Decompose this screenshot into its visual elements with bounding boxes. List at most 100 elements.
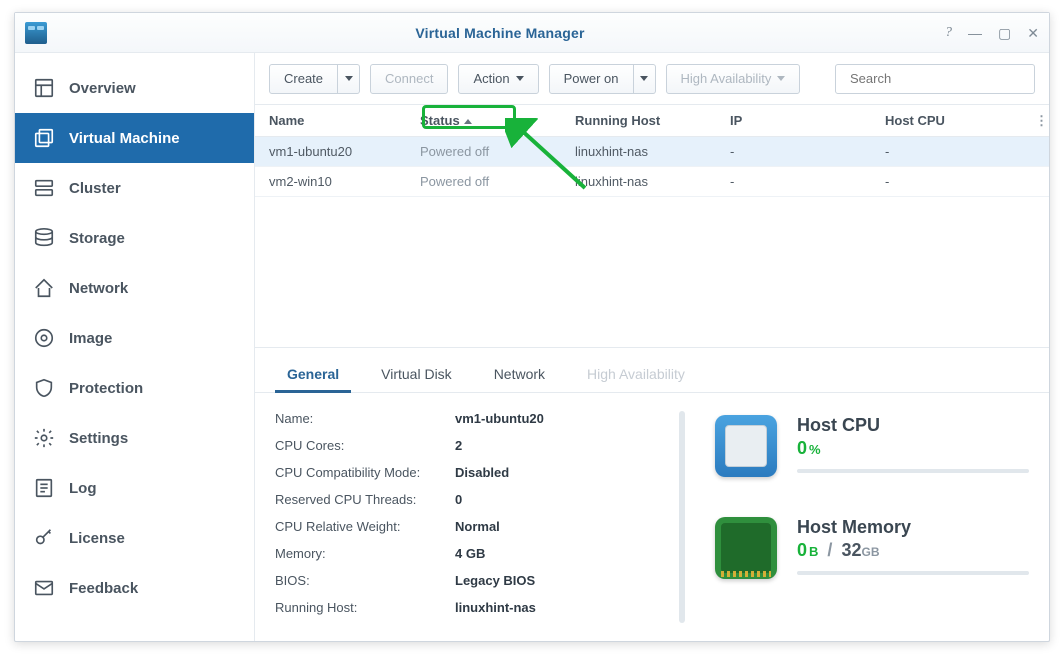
action-button[interactable]: Action	[458, 64, 538, 94]
cell-ip: -	[720, 174, 875, 189]
sidebar-item-label: Virtual Machine	[69, 130, 180, 147]
memory-icon	[715, 517, 777, 579]
sidebar-item-label: License	[69, 530, 125, 547]
col-menu-button[interactable]: ⋮	[1025, 113, 1049, 129]
chevron-down-icon	[777, 76, 785, 81]
table-row[interactable]: vm1-ubuntu20 Powered off linuxhint-nas -…	[255, 137, 1049, 167]
col-running-host[interactable]: Running Host	[565, 113, 720, 128]
tab-high-availability[interactable]: High Availability	[575, 358, 697, 392]
detail-row: Name:vm1-ubuntu20	[275, 411, 651, 426]
power-on-button[interactable]: Power on	[549, 64, 634, 94]
sidebar-item-label: Image	[69, 330, 112, 347]
cell-hcpu: -	[875, 144, 1025, 159]
cell-host: linuxhint-nas	[565, 174, 720, 189]
sidebar-item-overview[interactable]: Overview	[15, 63, 254, 113]
metric-host-memory: Host Memory 0B / 32GB	[715, 517, 1029, 579]
close-button[interactable]: ✕	[1027, 26, 1039, 40]
detail-row: CPU Relative Weight:Normal	[275, 519, 651, 534]
col-status[interactable]: Status	[410, 113, 565, 128]
window-controls: ? — ▢ ✕	[945, 26, 1039, 40]
power-on-dropdown-button[interactable]	[634, 64, 656, 94]
protection-icon	[33, 377, 55, 399]
maximize-button[interactable]: ▢	[998, 26, 1011, 40]
sidebar-item-log[interactable]: Log	[15, 463, 254, 513]
storage-icon	[33, 227, 55, 249]
host-metrics: Host CPU 0% Host Memory	[715, 411, 1029, 623]
create-button[interactable]: Create	[269, 64, 338, 94]
col-host-cpu[interactable]: Host CPU	[875, 113, 1025, 128]
power-on-split-button: Power on	[549, 64, 656, 94]
search-box	[835, 64, 1035, 94]
sidebar-item-protection[interactable]: Protection	[15, 363, 254, 413]
detail-row: CPU Compatibility Mode:Disabled	[275, 465, 651, 480]
app-window: Virtual Machine Manager ? — ▢ ✕ Overview…	[14, 12, 1050, 642]
cluster-icon	[33, 177, 55, 199]
envelope-icon	[33, 577, 55, 599]
sidebar-item-image[interactable]: Image	[15, 313, 254, 363]
detail-row: BIOS:Legacy BIOS	[275, 573, 651, 588]
col-name[interactable]: Name	[255, 113, 410, 128]
log-icon	[33, 477, 55, 499]
sidebar-item-label: Overview	[69, 80, 136, 97]
chevron-down-icon	[345, 76, 353, 81]
tab-general[interactable]: General	[275, 358, 351, 392]
metric-bar	[797, 469, 1029, 473]
help-icon[interactable]: ?	[945, 26, 952, 40]
table-row[interactable]: vm2-win10 Powered off linuxhint-nas - -	[255, 167, 1049, 197]
detail-scrollbar[interactable]	[679, 411, 685, 623]
cell-hcpu: -	[875, 174, 1025, 189]
cell-ip: -	[720, 144, 875, 159]
image-icon	[33, 327, 55, 349]
connect-button[interactable]: Connect	[370, 64, 448, 94]
sidebar-item-virtual-machine[interactable]: Virtual Machine	[15, 113, 254, 163]
virtual-machine-icon	[33, 127, 55, 149]
create-split-button: Create	[269, 64, 360, 94]
col-ip[interactable]: IP	[720, 113, 875, 128]
window-title: Virtual Machine Manager	[55, 25, 945, 41]
search-input[interactable]	[850, 71, 1026, 86]
detail-row: Reserved CPU Threads:0	[275, 492, 651, 507]
network-icon	[33, 277, 55, 299]
metric-value: 0B / 32GB	[797, 540, 1029, 561]
tab-virtual-disk[interactable]: Virtual Disk	[369, 358, 464, 392]
detail-tabs: General Virtual Disk Network High Availa…	[255, 348, 1049, 393]
metric-bar	[797, 571, 1029, 575]
metric-host-cpu: Host CPU 0%	[715, 415, 1029, 477]
metric-value: 0%	[797, 438, 1029, 459]
minimize-button[interactable]: —	[968, 26, 982, 40]
chevron-down-icon	[640, 76, 648, 81]
sidebar-item-network[interactable]: Network	[15, 263, 254, 313]
table-header: Name Status Running Host IP Host CPU ⋮	[255, 105, 1049, 137]
sidebar-item-license[interactable]: License	[15, 513, 254, 563]
sidebar-item-storage[interactable]: Storage	[15, 213, 254, 263]
vm-table: Name Status Running Host IP Host CPU ⋮ v…	[255, 105, 1049, 197]
sidebar-item-label: Settings	[69, 430, 128, 447]
chevron-down-icon	[516, 76, 524, 81]
detail-row: Memory:4 GB	[275, 546, 651, 561]
toolbar: Create Connect Action Power on High Avai…	[255, 53, 1049, 105]
cpu-icon	[715, 415, 777, 477]
create-dropdown-button[interactable]	[338, 64, 360, 94]
sidebar-item-label: Protection	[69, 380, 143, 397]
sidebar-item-settings[interactable]: Settings	[15, 413, 254, 463]
sidebar-item-cluster[interactable]: Cluster	[15, 163, 254, 213]
detail-row: Running Host:linuxhint-nas	[275, 600, 651, 615]
sidebar: Overview Virtual Machine Cluster Storage	[15, 53, 255, 641]
detail-properties: Name:vm1-ubuntu20 CPU Cores:2 CPU Compat…	[275, 411, 655, 623]
sidebar-item-label: Cluster	[69, 180, 121, 197]
overview-icon	[33, 77, 55, 99]
sidebar-item-label: Feedback	[69, 580, 138, 597]
key-icon	[33, 527, 55, 549]
cell-host: linuxhint-nas	[565, 144, 720, 159]
gear-icon	[33, 427, 55, 449]
high-availability-button[interactable]: High Availability	[666, 64, 801, 94]
titlebar: Virtual Machine Manager ? — ▢ ✕	[15, 13, 1049, 53]
sidebar-item-feedback[interactable]: Feedback	[15, 563, 254, 613]
tab-network[interactable]: Network	[482, 358, 557, 392]
cell-name: vm2-win10	[255, 174, 410, 189]
main-area: Create Connect Action Power on High Avai…	[255, 53, 1049, 641]
cell-status: Powered off	[410, 174, 565, 189]
sort-ascending-icon	[464, 119, 472, 124]
detail-panel: General Virtual Disk Network High Availa…	[255, 347, 1049, 641]
app-icon	[25, 22, 47, 44]
